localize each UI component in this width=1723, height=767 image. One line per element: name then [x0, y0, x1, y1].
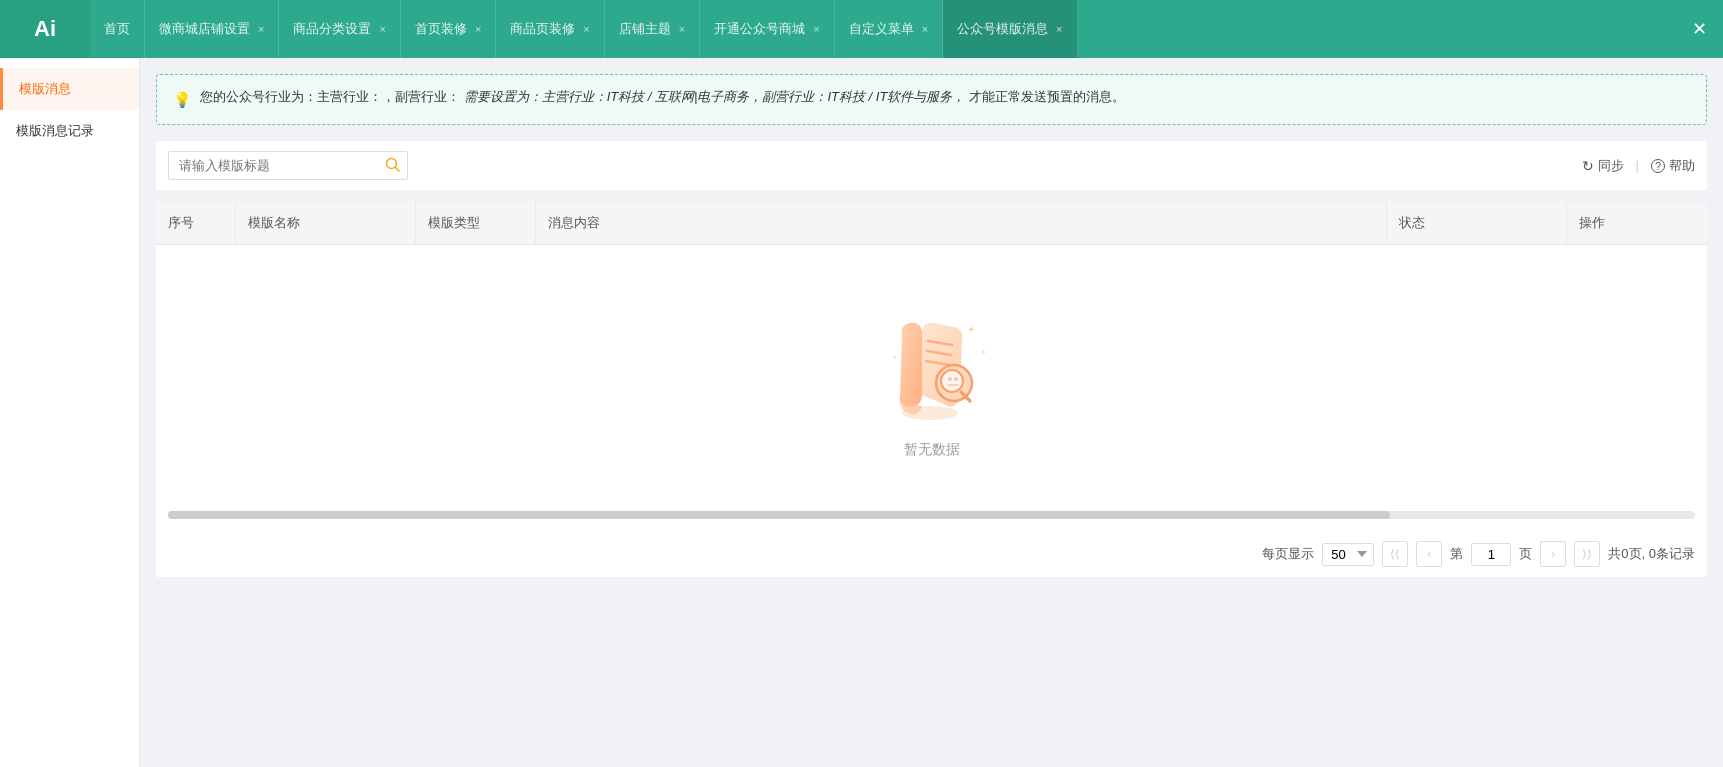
empty-icon: ✦ ✦ ✦: [872, 305, 992, 425]
close-tab-template-msg[interactable]: ×: [1056, 23, 1062, 35]
search-button[interactable]: [385, 157, 400, 175]
logo: Ai: [0, 0, 90, 58]
alert-icon: 💡: [173, 88, 192, 112]
toolbar-divider: |: [1636, 158, 1639, 173]
sync-button[interactable]: ↻ 同步: [1582, 157, 1624, 175]
sidebar: 模版消息 模版消息记录: [0, 58, 140, 767]
alert-text: 您的公众号行业为：主营行业：，副营行业： 需要设置为：主营行业：IT科技 / 互…: [200, 87, 1125, 108]
page-input[interactable]: [1471, 543, 1511, 566]
nav-tab-custom-menu[interactable]: 自定义菜单×: [835, 0, 943, 58]
col-name: 模版名称: [236, 202, 416, 244]
total-info: 共0页, 0条记录: [1608, 545, 1695, 563]
page-size-label: 每页显示: [1262, 545, 1314, 563]
close-all-button[interactable]: ✕: [1676, 0, 1723, 58]
sync-icon: ↻: [1582, 158, 1594, 174]
close-tab-home-decor[interactable]: ×: [475, 23, 481, 35]
help-button[interactable]: ? 帮助: [1651, 157, 1695, 175]
horizontal-scrollbar[interactable]: [168, 511, 1695, 519]
close-tab-category-settings[interactable]: ×: [379, 23, 385, 35]
svg-text:✦: ✦: [980, 348, 987, 357]
page-size-select[interactable]: 102050100: [1322, 543, 1374, 566]
nav-tab-shop-settings[interactable]: 微商城店铺设置×: [145, 0, 279, 58]
empty-text: 暂无数据: [904, 441, 960, 459]
pagination-row: 每页显示 102050100 ⟨⟨ ‹ 第 页 › ⟩⟩ 共0页, 0条记录: [156, 531, 1707, 577]
svg-text:✦: ✦: [892, 354, 898, 361]
nav-tabs: 首页微商城店铺设置×商品分类设置×首页装修×商品页装修×店铺主题×开通公众号商城…: [90, 0, 1676, 58]
nav-tab-home-decor[interactable]: 首页装修×: [401, 0, 496, 58]
sidebar-item-template-record[interactable]: 模版消息记录: [0, 110, 139, 152]
svg-point-7: [941, 370, 963, 392]
table-header: 序号 模版名称 模版类型 消息内容 状态 操作: [156, 202, 1707, 245]
empty-state: ✦ ✦ ✦ 暂无数据: [156, 245, 1707, 499]
page-label: 第: [1450, 545, 1463, 563]
close-tab-shop-settings[interactable]: ×: [258, 23, 264, 35]
col-content: 消息内容: [536, 202, 1387, 244]
prev-page-button[interactable]: ‹: [1416, 541, 1442, 567]
col-seq: 序号: [156, 202, 236, 244]
svg-line-1: [396, 167, 400, 171]
col-status: 状态: [1387, 202, 1567, 244]
help-icon: ?: [1651, 159, 1665, 173]
close-tab-shop-theme[interactable]: ×: [679, 23, 685, 35]
nav-tab-template-msg[interactable]: 公众号模版消息×: [943, 0, 1077, 58]
nav-tab-product-decor[interactable]: 商品页装修×: [496, 0, 604, 58]
sidebar-item-template-msg[interactable]: 模版消息: [0, 68, 139, 110]
next-page-button[interactable]: ›: [1540, 541, 1566, 567]
last-page-button[interactable]: ⟩⟩: [1574, 541, 1600, 567]
svg-point-9: [948, 377, 952, 381]
nav-tab-category-settings[interactable]: 商品分类设置×: [279, 0, 400, 58]
search-toolbar-row: ↻ 同步 | ? 帮助: [156, 141, 1707, 190]
close-tab-product-decor[interactable]: ×: [583, 23, 589, 35]
content-area: 💡 您的公众号行业为：主营行业：，副营行业： 需要设置为：主营行业：IT科技 /…: [140, 58, 1723, 767]
first-page-button[interactable]: ⟨⟨: [1382, 541, 1408, 567]
search-input-wrap: [168, 151, 408, 180]
nav-tab-open-mall[interactable]: 开通公众号商城×: [700, 0, 834, 58]
svg-point-10: [954, 377, 958, 381]
page-suffix: 页: [1519, 545, 1532, 563]
nav-tab-home[interactable]: 首页: [90, 0, 145, 58]
data-table: 序号 模版名称 模版类型 消息内容 状态 操作: [156, 202, 1707, 577]
close-tab-custom-menu[interactable]: ×: [922, 23, 928, 35]
search-input[interactable]: [168, 151, 408, 180]
toolbar-right: ↻ 同步 | ? 帮助: [1582, 157, 1695, 175]
col-type: 模版类型: [416, 202, 536, 244]
top-nav: Ai 首页微商城店铺设置×商品分类设置×首页装修×商品页装修×店铺主题×开通公众…: [0, 0, 1723, 58]
col-actions: 操作: [1567, 202, 1707, 244]
alert-banner: 💡 您的公众号行业为：主营行业：，副营行业： 需要设置为：主营行业：IT科技 /…: [156, 74, 1707, 125]
main-container: 模版消息 模版消息记录 💡 您的公众号行业为：主营行业：，副营行业： 需要设置为…: [0, 58, 1723, 767]
svg-text:✦: ✦: [967, 324, 975, 335]
close-tab-open-mall[interactable]: ×: [813, 23, 819, 35]
nav-tab-shop-theme[interactable]: 店铺主题×: [605, 0, 700, 58]
